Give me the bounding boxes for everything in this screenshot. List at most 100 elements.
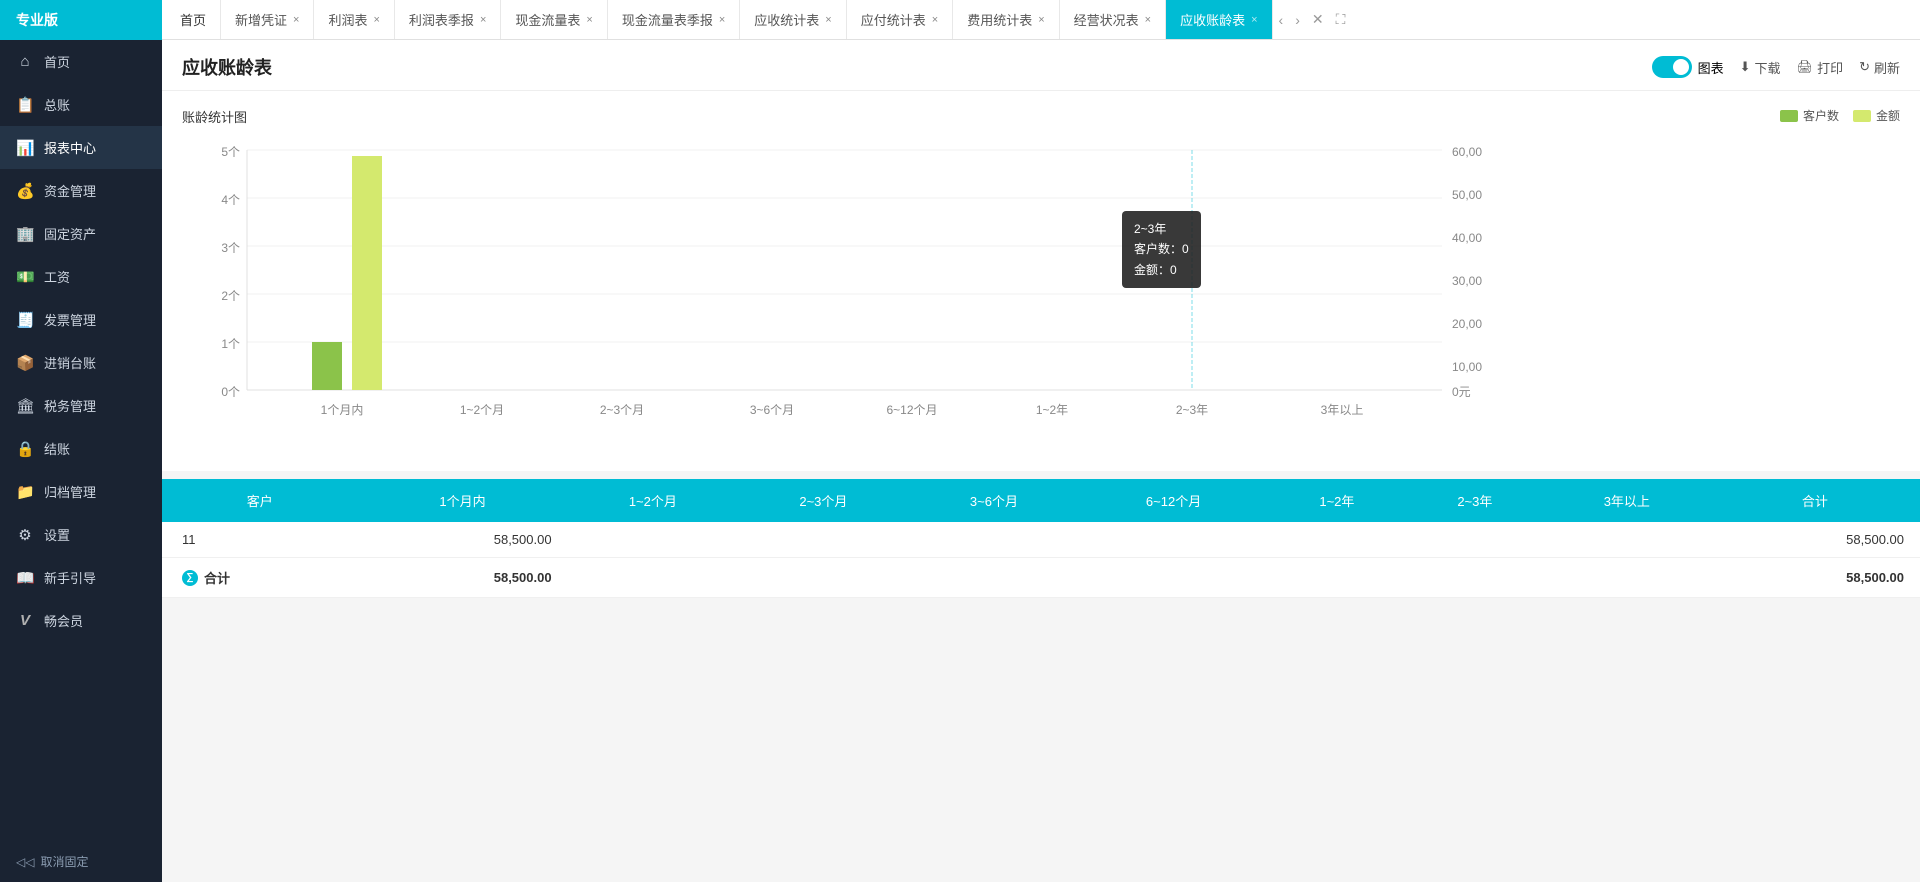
tab-expense-stat[interactable]: 费用统计表 × — [953, 0, 1059, 40]
tax-icon: 🏛 — [16, 397, 34, 415]
download-label: 下载 — [1755, 58, 1781, 77]
sidebar-item-reports[interactable]: 📊 报表中心 — [0, 126, 162, 169]
chart-toggle[interactable]: 图表 — [1652, 56, 1724, 78]
print-label: 打印 — [1817, 58, 1843, 77]
tab-close-expense-stat[interactable]: × — [1038, 14, 1044, 26]
toggle-track[interactable] — [1652, 56, 1692, 78]
svg-text:3~6个月: 3~6个月 — [750, 403, 794, 417]
svg-text:6~12个月: 6~12个月 — [886, 403, 937, 417]
sidebar-item-label: 进销台账 — [44, 353, 96, 372]
tab-close-ar-aging[interactable]: × — [1251, 14, 1257, 26]
svg-text:10,000.00元: 10,000.00元 — [1452, 360, 1482, 374]
table-row: 11 58,500.00 58,500.00 — [162, 522, 1920, 558]
tab-cashflow-quarter[interactable]: 现金流量表季报 × — [608, 0, 740, 40]
svg-text:1~2个月: 1~2个月 — [460, 403, 504, 417]
sidebar-item-label: 设置 — [44, 525, 70, 544]
chart-toggle-label: 图表 — [1698, 58, 1724, 77]
sidebar-item-settings[interactable]: ⚙ 设置 — [0, 513, 162, 556]
svg-text:5个: 5个 — [221, 145, 240, 159]
bar-chart: 5个 4个 3个 2个 1个 0个 60,000.00元 50,000.00元 … — [212, 136, 1482, 446]
svg-text:20,000.00元: 20,000.00元 — [1452, 317, 1482, 331]
tab-ar-aging[interactable]: 应收账龄表 × — [1166, 0, 1272, 40]
th-m1: 1个月内 — [357, 479, 567, 522]
tab-nav-prev[interactable]: ‹ — [1273, 0, 1290, 40]
table-header-row: 客户 1个月内 1~2个月 2~3个月 3~6个月 6~12个月 1~2年 2~… — [162, 479, 1920, 522]
tab-profit[interactable]: 利润表 × — [314, 0, 394, 40]
tab-close-ap-stat[interactable]: × — [932, 14, 938, 26]
sidebar-item-label: 新手引导 — [44, 568, 96, 587]
sidebar-item-salary[interactable]: 💵 工资 — [0, 255, 162, 298]
sidebar-item-closing[interactable]: 🔒 结账 — [0, 427, 162, 470]
total-m5 — [1079, 558, 1268, 598]
svg-text:0个: 0个 — [221, 385, 240, 399]
total-m3 — [738, 558, 909, 598]
tab-nav-next[interactable]: › — [1289, 0, 1306, 40]
chart-title: 账龄统计图 — [182, 107, 1900, 126]
unpin-label: 取消固定 — [40, 853, 88, 870]
salary-icon: 💵 — [16, 268, 34, 286]
tab-profit-quarter[interactable]: 利润表季报 × — [395, 0, 501, 40]
tab-close-cashflow-quarter[interactable]: × — [719, 14, 725, 26]
tab-close-profit[interactable]: × — [373, 14, 379, 26]
cell-m4 — [909, 522, 1080, 558]
funds-icon: 💰 — [16, 182, 34, 200]
svg-text:40,000.00元: 40,000.00元 — [1452, 231, 1482, 245]
svg-text:1个月内: 1个月内 — [321, 403, 364, 417]
svg-text:1个: 1个 — [221, 337, 240, 351]
tab-business[interactable]: 经营状况表 × — [1060, 0, 1166, 40]
sidebar-item-label: 总账 — [44, 95, 70, 114]
th-m7: 2~3年 — [1406, 479, 1544, 522]
cell-m6 — [1268, 522, 1406, 558]
th-m3: 2~3个月 — [738, 479, 909, 522]
sidebar-item-label: 归档管理 — [44, 482, 96, 501]
cell-m2 — [568, 522, 739, 558]
svg-text:3个: 3个 — [221, 241, 240, 255]
sidebar-item-archive[interactable]: 📁 归档管理 — [0, 470, 162, 513]
svg-text:0元: 0元 — [1452, 385, 1471, 399]
refresh-button[interactable]: ↻ 刷新 — [1859, 58, 1900, 77]
sidebar-item-sales[interactable]: 📦 进销台账 — [0, 341, 162, 384]
th-m2: 1~2个月 — [568, 479, 739, 522]
tab-close-voucher[interactable]: × — [293, 14, 299, 26]
sidebar-item-funds[interactable]: 💰 资金管理 — [0, 169, 162, 212]
total-m6 — [1268, 558, 1406, 598]
tab-close-profit-quarter[interactable]: × — [480, 14, 486, 26]
tab-home[interactable]: 首页 — [166, 0, 221, 40]
tab-ap-stat[interactable]: 应付统计表 × — [847, 0, 953, 40]
svg-text:4个: 4个 — [221, 193, 240, 207]
svg-text:2~3年: 2~3年 — [1176, 403, 1208, 417]
app-logo: 专业版 — [0, 0, 162, 40]
table-total-row: ∑ 合计 58,500.00 58,500.00 — [162, 558, 1920, 598]
sidebar-item-tax[interactable]: 🏛 税务管理 — [0, 384, 162, 427]
bar-amount-1month[interactable] — [352, 156, 382, 390]
sidebar-item-member[interactable]: V 畅会员 — [0, 599, 162, 642]
bar-customer-1month[interactable] — [312, 342, 342, 390]
tab-bar: 首页 新增凭证 × 利润表 × 利润表季报 × 现金流量表 × 现金流量表季报 … — [162, 0, 1920, 40]
tab-close-business[interactable]: × — [1145, 14, 1151, 26]
sidebar-item-guide[interactable]: 📖 新手引导 — [0, 556, 162, 599]
tab-voucher[interactable]: 新增凭证 × — [221, 0, 314, 40]
th-m5: 6~12个月 — [1079, 479, 1268, 522]
tab-close-ar-stat[interactable]: × — [825, 14, 831, 26]
header-actions: 图表 ⬇ 下载 🖨 打印 ↻ 刷新 — [1652, 56, 1900, 78]
tab-close-cashflow[interactable]: × — [586, 14, 592, 26]
reports-icon: 📊 — [16, 139, 34, 157]
sidebar-item-home[interactable]: ⌂ 首页 — [0, 40, 162, 83]
sidebar-item-ledger[interactable]: 📋 总账 — [0, 83, 162, 126]
sidebar-item-assets[interactable]: 🏢 固定资产 — [0, 212, 162, 255]
sidebar-item-label: 税务管理 — [44, 396, 96, 415]
sidebar: 专业版 ⌂ 首页 📋 总账 📊 报表中心 💰 资金管理 🏢 固定资产 💵 工资 … — [0, 0, 162, 882]
unpin-button[interactable]: ◁◁ 取消固定 — [0, 841, 162, 882]
th-customer: 客户 — [162, 479, 357, 522]
sidebar-item-label: 资金管理 — [44, 181, 96, 200]
tab-cashflow[interactable]: 现金流量表 × — [501, 0, 607, 40]
cell-customer: 11 — [162, 522, 357, 558]
print-button[interactable]: 🖨 打印 — [1797, 58, 1844, 77]
tab-ar-stat[interactable]: 应收统计表 × — [740, 0, 846, 40]
tab-close-all[interactable]: ✕ — [1306, 0, 1330, 40]
svg-text:50,000.00元: 50,000.00元 — [1452, 188, 1482, 202]
total-m7 — [1406, 558, 1544, 598]
tab-fullscreen[interactable]: ⛶ — [1330, 0, 1352, 40]
download-button[interactable]: ⬇ 下载 — [1740, 58, 1781, 77]
sidebar-item-invoice[interactable]: 🧾 发票管理 — [0, 298, 162, 341]
